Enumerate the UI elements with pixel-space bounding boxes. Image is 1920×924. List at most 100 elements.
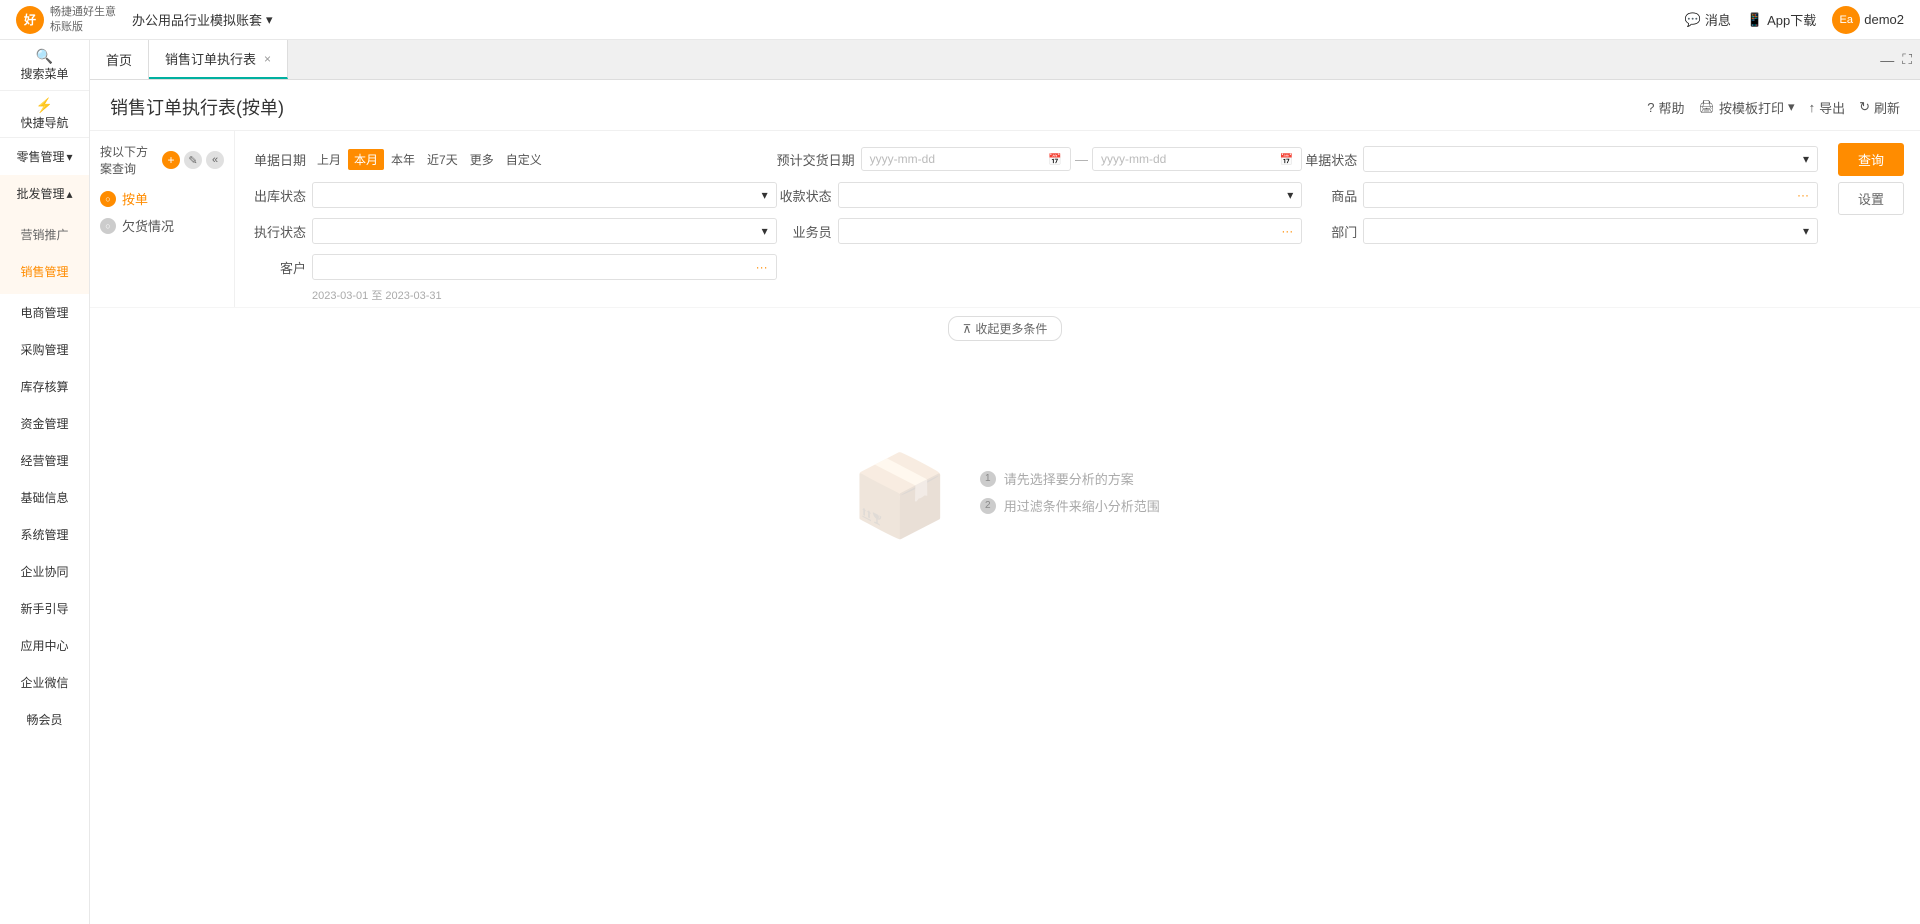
tab-minimize-icon[interactable]: — [1880, 52, 1894, 68]
sidebar-item-inventory[interactable]: 库存核算 [0, 368, 89, 405]
customer-select[interactable]: ··· [312, 254, 777, 280]
status-select[interactable]: ▾ [1363, 146, 1818, 172]
settings-button[interactable]: 设置 [1838, 182, 1904, 215]
scheme-inactive-icon: ○ [100, 218, 116, 234]
date-tab-custom[interactable]: 自定义 [501, 149, 547, 170]
filter-department: 部门 ▾ [1302, 213, 1828, 249]
filter-sidebar-panel: 按以下方案查询 + ✎ « ○ 按单 ○ [90, 131, 235, 307]
date-tab-current-month[interactable]: 本月 [348, 149, 384, 170]
sidebar-item-operations[interactable]: 经营管理 [0, 442, 89, 479]
page-title: 销售订单执行表(按单) [110, 94, 284, 120]
exec-status-chevron-icon: ▾ [762, 224, 768, 238]
collapse-sidebar-icon[interactable]: « [206, 151, 224, 169]
help-icon: ? [1647, 100, 1654, 115]
date-tab-more[interactable]: 更多 [465, 149, 499, 170]
filter-expected-date-item: 预计交货日期 yyyy-mm-dd 📅 — yyyy-mm-dd [777, 141, 1303, 177]
filter-main: 单据日期 上月 本月 本年 近7天 更多 自定义 [235, 131, 1828, 307]
sidebar-item-retail[interactable]: 零售管理 ▾ [0, 138, 89, 175]
tab-home[interactable]: 首页 [90, 40, 149, 79]
sidebar-quick-nav[interactable]: ⚡ 快捷导航 [0, 91, 89, 138]
sidebar-item-ecommerce[interactable]: 电商管理 [0, 294, 89, 331]
top-bar-left: 好 畅捷通好生意 标账版 办公用品行业模拟账套 ▾ [16, 5, 273, 34]
date-tab-current-year[interactable]: 本年 [386, 149, 420, 170]
print-button[interactable]: 🖨 按模板打印 ▾ [1699, 98, 1795, 117]
sidebar-item-marketing[interactable]: 营销推广 [0, 216, 89, 253]
payment-chevron-icon: ▾ [1287, 188, 1293, 202]
sidebar-item-purchase[interactable]: 采购管理 [0, 331, 89, 368]
app-download-icon: 📱 [1747, 12, 1763, 28]
logo-icon: 好 [16, 6, 44, 34]
filter-exec-status: 执行状态 ▾ [251, 213, 777, 249]
tip-2-badge: 2 [980, 498, 996, 514]
empty-illustration: 📦 [850, 449, 950, 543]
tab-bar: 首页 销售订单执行表 × — ⛶ [90, 40, 1920, 80]
sidebar-item-system[interactable]: 系统管理 [0, 516, 89, 553]
exec-status-select[interactable]: ▾ [312, 218, 777, 244]
collapse-button[interactable]: ⊼ 收起更多条件 [948, 316, 1063, 341]
sidebar-item-finance[interactable]: 资金管理 [0, 405, 89, 442]
content-area: 首页 销售订单执行表 × — ⛶ 销售订单执行表(按单) ? 帮助 [90, 40, 1920, 924]
filter-row-2: 出库状态 ▾ 收款状态 ▾ [251, 177, 1828, 213]
filter-payment-status: 收款状态 ▾ [777, 177, 1303, 213]
print-icon: 🖨 [1699, 99, 1716, 115]
filter-row-4: 客户 ··· [251, 249, 1828, 285]
product-select[interactable]: ··· [1363, 182, 1818, 208]
filter-area: 按以下方案查询 + ✎ « ○ 按单 ○ [90, 131, 1920, 349]
refresh-button[interactable]: ↻ 刷新 [1859, 98, 1900, 117]
filter-row-3: 执行状态 ▾ 业务员 ··· [251, 213, 1828, 249]
calendar-to-icon: 📅 [1280, 153, 1294, 166]
app-selector[interactable]: 办公用品行业模拟账套 ▾ [132, 10, 273, 29]
tab-close-icon[interactable]: × [264, 52, 271, 66]
salesperson-select[interactable]: ··· [838, 218, 1303, 244]
message-button[interactable]: 💬 消息 [1685, 10, 1731, 29]
sidebar-search[interactable]: 🔍 搜索菜单 [0, 40, 89, 91]
edit-scheme-icon[interactable]: ✎ [184, 151, 202, 169]
filter-salesperson: 业务员 ··· [777, 213, 1303, 249]
filter-inner: 按以下方案查询 + ✎ « ○ 按单 ○ [90, 131, 1920, 307]
filter-sidebar-header: 按以下方案查询 + ✎ « [100, 143, 224, 177]
empty-tip-2: 2 用过滤条件来缩小分析范围 [980, 496, 1160, 515]
app-download-button[interactable]: 📱 App下载 [1747, 10, 1816, 29]
export-button[interactable]: ↑ 导出 [1809, 98, 1846, 117]
payment-status-select[interactable]: ▾ [838, 182, 1303, 208]
filter-delivery-status: 出库状态 ▾ [251, 177, 777, 213]
expected-date-to[interactable]: yyyy-mm-dd 📅 [1092, 147, 1302, 171]
add-scheme-icon[interactable]: + [162, 151, 180, 169]
empty-state-area: 📦 1 请先选择要分析的方案 2 用过滤条件来缩小分析范围 [90, 349, 1920, 643]
tip-1-badge: 1 [980, 471, 996, 487]
filter-status-item: 单据状态 ▾ [1302, 141, 1828, 177]
scheme-active-icon: ○ [100, 191, 116, 207]
delivery-status-select[interactable]: ▾ [312, 182, 777, 208]
date-tabs-group: 上月 本月 本年 近7天 更多 自定义 [312, 149, 777, 170]
tab-expand-icon[interactable]: ⛶ [1902, 51, 1912, 68]
sidebar-item-guide[interactable]: 新手引导 [0, 590, 89, 627]
logo-area: 好 畅捷通好生意 标账版 [16, 5, 116, 34]
help-button[interactable]: ? 帮助 [1647, 98, 1684, 117]
query-button[interactable]: 查询 [1838, 143, 1904, 176]
user-profile[interactable]: Ea demo2 [1832, 6, 1904, 34]
expected-date-from[interactable]: yyyy-mm-dd 📅 [861, 147, 1071, 171]
sidebar-item-apps[interactable]: 应用中心 [0, 627, 89, 664]
refresh-icon: ↻ [1859, 99, 1870, 115]
page-header: 销售订单执行表(按单) ? 帮助 🖨 按模板打印 ▾ ↑ 导出 [90, 80, 1920, 131]
page-actions: ? 帮助 🖨 按模板打印 ▾ ↑ 导出 ↻ 刷新 [1647, 98, 1900, 117]
sidebar-item-member[interactable]: 畅会员 [0, 701, 89, 738]
sidebar-item-enterprise[interactable]: 企业协同 [0, 553, 89, 590]
tab-bar-right: — ⛶ [1872, 40, 1920, 79]
date-tab-last-month[interactable]: 上月 [312, 149, 346, 170]
print-chevron-icon: ▾ [1788, 99, 1795, 115]
scheme-item-1[interactable]: ○ 按单 [100, 185, 224, 212]
chevron-up-icon: ▴ [66, 187, 72, 201]
tab-sales-order[interactable]: 销售订单执行表 × [149, 40, 288, 79]
sidebar-item-basic[interactable]: 基础信息 [0, 479, 89, 516]
department-select[interactable]: ▾ [1363, 218, 1818, 244]
sidebar-item-wechat[interactable]: 企业微信 [0, 664, 89, 701]
top-bar: 好 畅捷通好生意 标账版 办公用品行业模拟账套 ▾ 💬 消息 📱 App下载 E… [0, 0, 1920, 40]
customer-more-icon: ··· [756, 260, 768, 274]
scheme-item-2[interactable]: ○ 欠货情况 [100, 212, 224, 239]
collapse-icon: ⊼ [963, 322, 972, 336]
collapse-bar: ⊼ 收起更多条件 [90, 307, 1920, 349]
date-tab-7days[interactable]: 近7天 [422, 149, 463, 170]
sidebar-item-wholesale[interactable]: 批发管理 ▴ [0, 175, 89, 212]
sidebar-item-sales[interactable]: 销售管理 [0, 253, 89, 290]
